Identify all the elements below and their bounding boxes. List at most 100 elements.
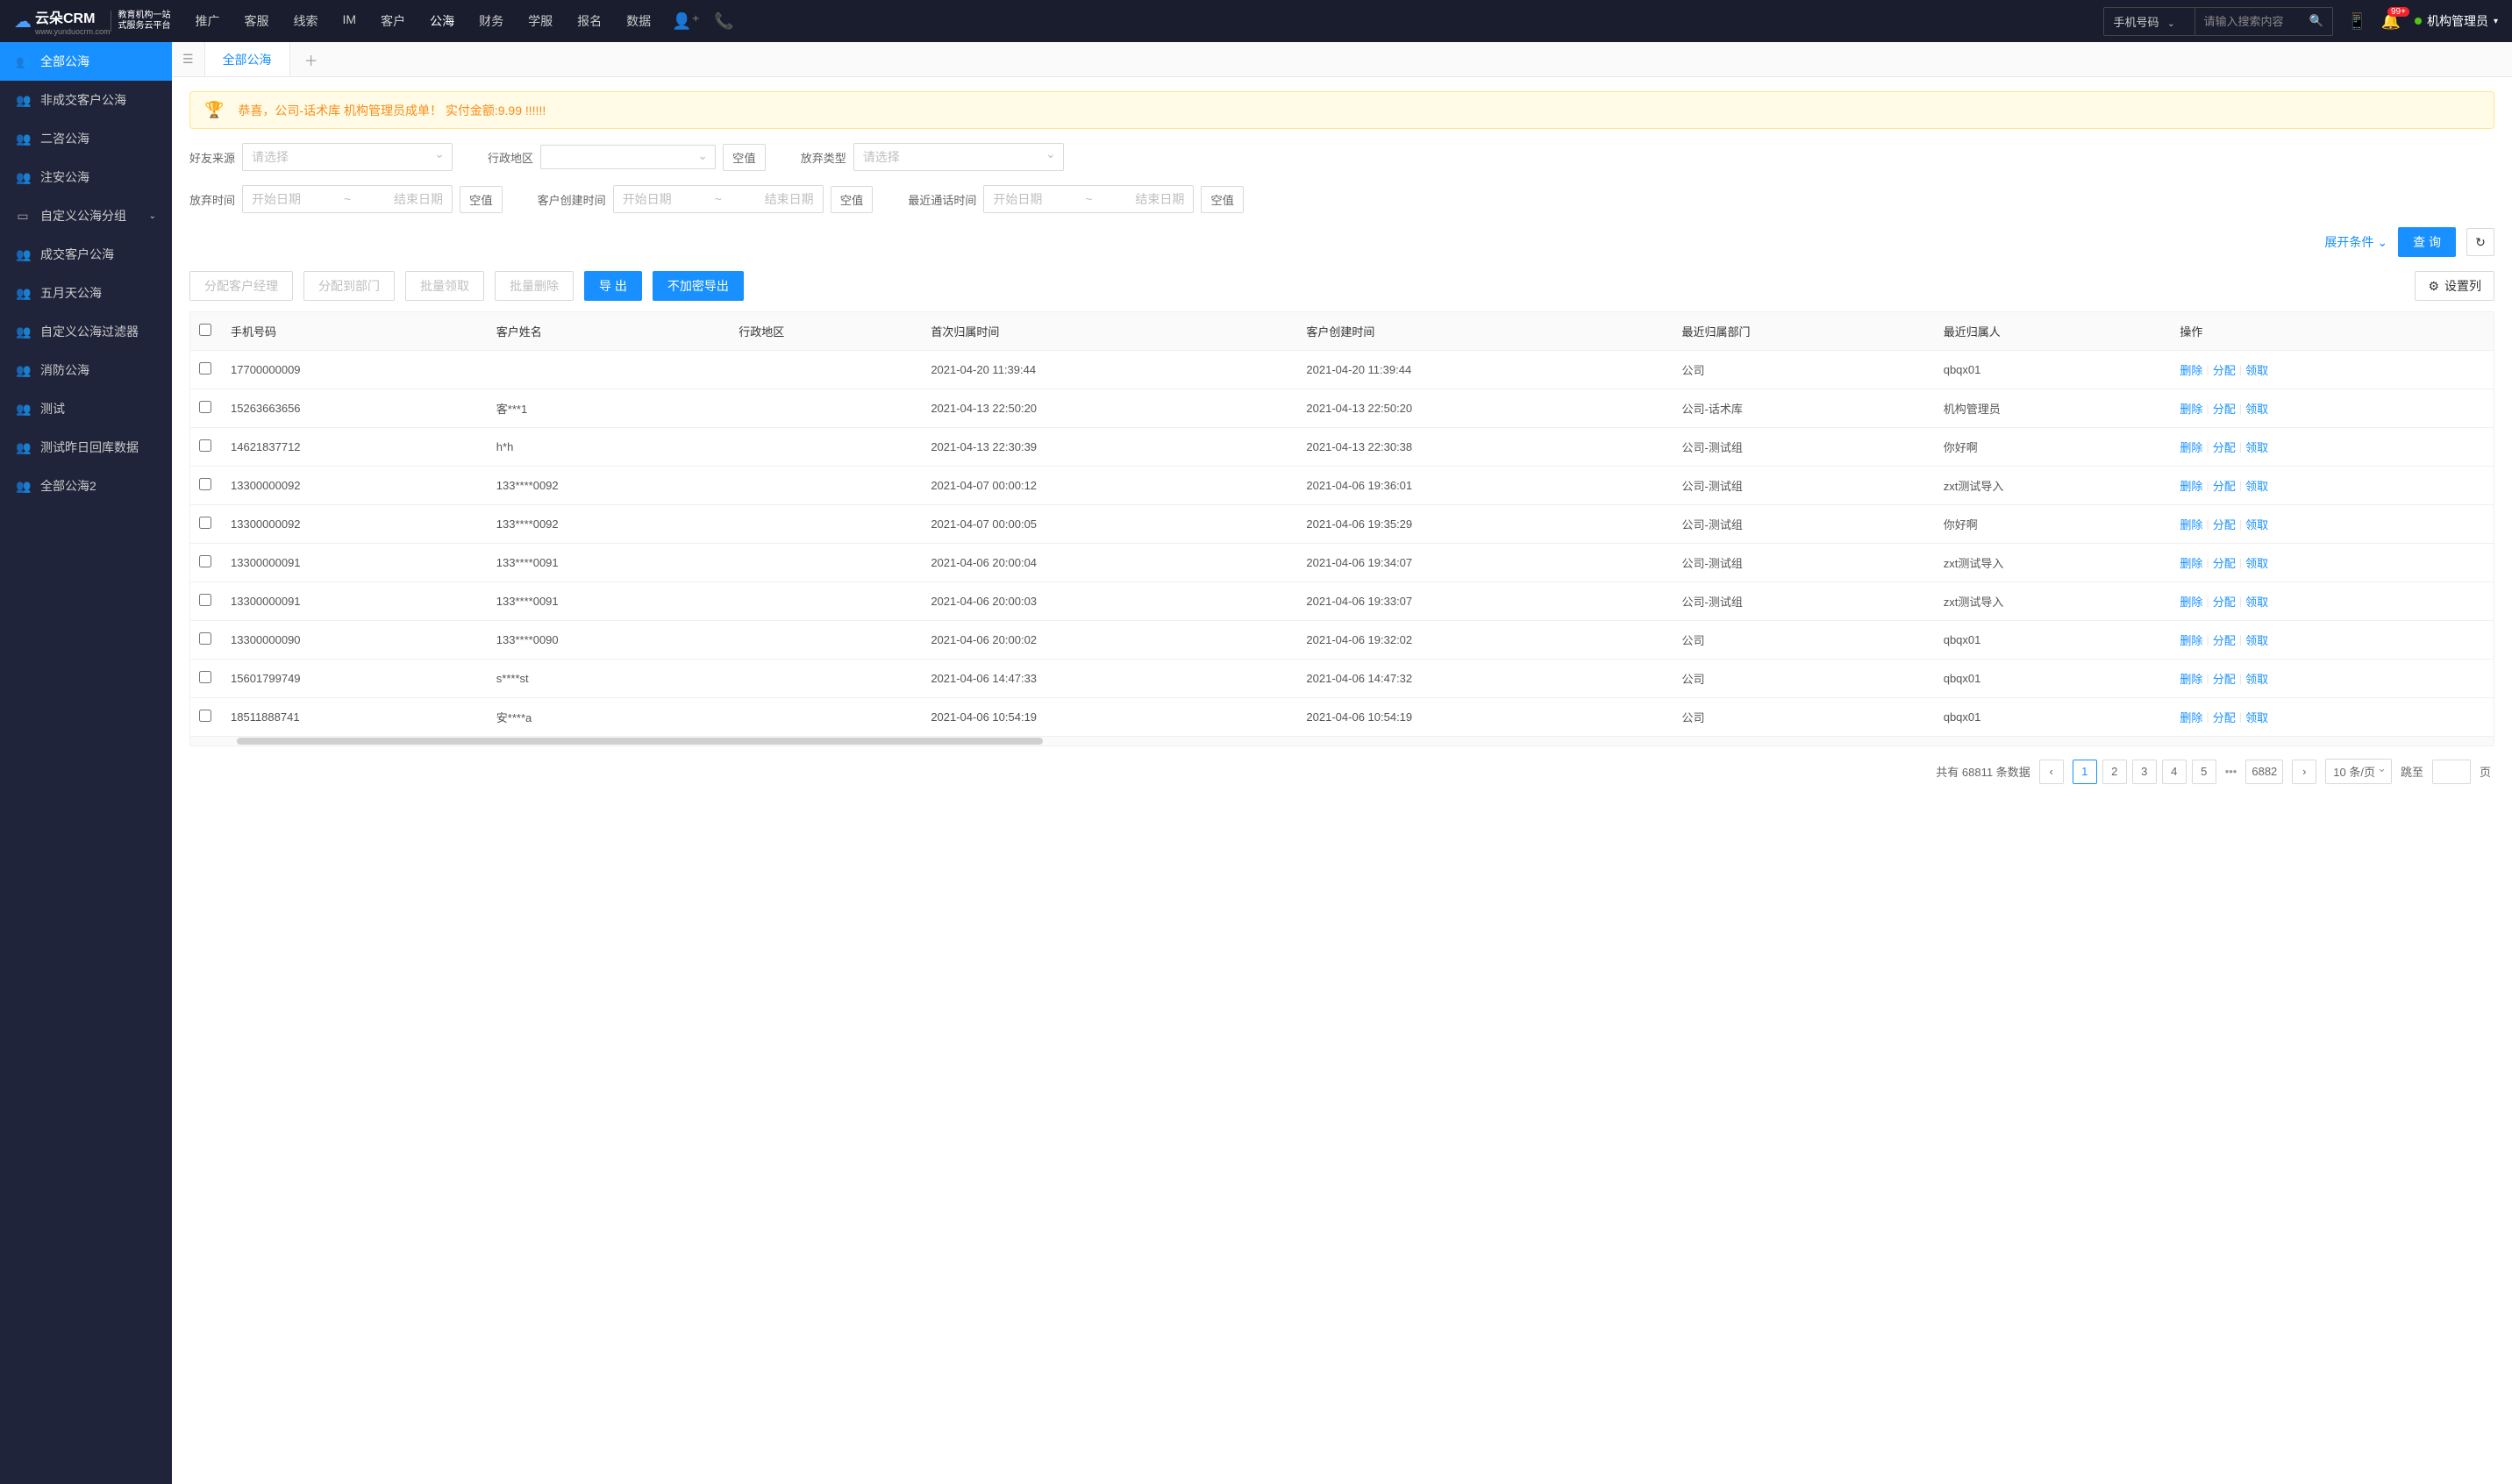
filter-abandon-time-range[interactable]: 开始日期~结束日期 <box>242 185 453 213</box>
pagination-prev-button[interactable]: ‹ <box>2039 760 2064 784</box>
logo[interactable]: ☁ 云朵CRM www.yunduocrm.com 教育机构一站 式服务云平台 <box>14 6 171 36</box>
filter-region-empty-button[interactable]: 空值 <box>723 144 766 171</box>
pagination-page-3[interactable]: 3 <box>2132 760 2157 784</box>
batch-claim-button[interactable]: 批量领取 <box>405 271 484 301</box>
row-assign-link[interactable]: 分配 <box>2213 593 2236 610</box>
search-input[interactable] <box>2195 10 2301 33</box>
filter-create-time-range[interactable]: 开始日期~结束日期 <box>613 185 824 213</box>
assign-dept-button[interactable]: 分配到部门 <box>303 271 395 301</box>
pagination-page-1[interactable]: 1 <box>2073 760 2097 784</box>
row-claim-link[interactable]: 领取 <box>2245 554 2268 571</box>
row-assign-link[interactable]: 分配 <box>2213 516 2236 532</box>
row-checkbox[interactable] <box>199 517 211 529</box>
pagination-page-5[interactable]: 5 <box>2192 760 2216 784</box>
phone-icon[interactable]: 📞 <box>714 12 733 31</box>
export-plain-button[interactable]: 不加密导出 <box>653 271 744 301</box>
sidebar-item-1[interactable]: 👥非成交客户公海 <box>0 81 172 119</box>
filter-abandon-time-empty-button[interactable]: 空值 <box>460 186 503 213</box>
horizontal-scrollbar[interactable] <box>190 737 2494 746</box>
nav-item-5[interactable]: 公海 <box>426 12 458 30</box>
nav-item-4[interactable]: 客户 <box>377 12 409 30</box>
tab-add-button[interactable]: ＋ <box>290 49 332 70</box>
row-delete-link[interactable]: 删除 <box>2180 516 2202 532</box>
expand-filters-link[interactable]: 展开条件 ⌄ <box>2324 233 2387 251</box>
row-checkbox[interactable] <box>199 671 211 683</box>
query-button[interactable]: 查 询 <box>2398 227 2456 257</box>
row-delete-link[interactable]: 删除 <box>2180 631 2202 648</box>
search-type-select[interactable]: 手机号码 ⌄ <box>2104 8 2194 35</box>
filter-last-call-range[interactable]: 开始日期~结束日期 <box>983 185 1194 213</box>
refresh-button[interactable]: ↻ <box>2466 228 2494 256</box>
row-claim-link[interactable]: 领取 <box>2245 400 2268 417</box>
row-assign-link[interactable]: 分配 <box>2213 709 2236 725</box>
row-delete-link[interactable]: 删除 <box>2180 709 2202 725</box>
batch-delete-button[interactable]: 批量删除 <box>495 271 574 301</box>
row-assign-link[interactable]: 分配 <box>2213 400 2236 417</box>
sidebar-item-7[interactable]: 👥自定义公海过滤器 <box>0 312 172 351</box>
filter-abandon-type-select[interactable]: 请选择 <box>853 143 1064 171</box>
pagination-page-2[interactable]: 2 <box>2102 760 2127 784</box>
row-checkbox[interactable] <box>199 555 211 567</box>
sidebar-item-10[interactable]: 👥测试昨日回库数据 <box>0 428 172 467</box>
export-button[interactable]: 导 出 <box>584 271 642 301</box>
nav-item-2[interactable]: 线索 <box>290 12 322 30</box>
row-claim-link[interactable]: 领取 <box>2245 361 2268 378</box>
row-checkbox[interactable] <box>199 401 211 413</box>
sidebar-item-11[interactable]: 👥全部公海2 <box>0 467 172 505</box>
pagination-last-page[interactable]: 6882 <box>2245 760 2283 784</box>
sidebar-item-8[interactable]: 👥消防公海 <box>0 351 172 389</box>
columns-settings-button[interactable]: ⚙ 设置列 <box>2415 271 2494 301</box>
filter-last-call-empty-button[interactable]: 空值 <box>1201 186 1244 213</box>
filter-region-select[interactable] <box>540 145 716 169</box>
tab-all-sea[interactable]: 全部公海 <box>205 42 290 76</box>
assign-manager-button[interactable]: 分配客户经理 <box>189 271 293 301</box>
row-delete-link[interactable]: 删除 <box>2180 400 2202 417</box>
select-all-checkbox[interactable] <box>199 324 211 336</box>
row-delete-link[interactable]: 删除 <box>2180 554 2202 571</box>
row-checkbox[interactable] <box>199 362 211 375</box>
pagination-jump-input[interactable] <box>2432 760 2471 784</box>
sidebar-item-3[interactable]: 👥注安公海 <box>0 158 172 196</box>
row-claim-link[interactable]: 领取 <box>2245 709 2268 725</box>
nav-item-8[interactable]: 报名 <box>574 12 605 30</box>
user-menu[interactable]: 机构管理员 ▾ <box>2415 12 2498 30</box>
nav-item-9[interactable]: 数据 <box>623 12 654 30</box>
row-delete-link[interactable]: 删除 <box>2180 593 2202 610</box>
row-assign-link[interactable]: 分配 <box>2213 361 2236 378</box>
row-assign-link[interactable]: 分配 <box>2213 477 2236 494</box>
sidebar-item-5[interactable]: 👥成交客户公海 <box>0 235 172 274</box>
sidebar-item-0[interactable]: 👥全部公海 <box>0 42 172 81</box>
row-checkbox[interactable] <box>199 439 211 452</box>
sidebar-item-6[interactable]: 👥五月天公海 <box>0 274 172 312</box>
sidebar-item-2[interactable]: 👥二咨公海 <box>0 119 172 158</box>
nav-item-7[interactable]: 学服 <box>525 12 556 30</box>
notification-icon[interactable]: 🔔99+ <box>2381 12 2401 31</box>
row-claim-link[interactable]: 领取 <box>2245 477 2268 494</box>
row-assign-link[interactable]: 分配 <box>2213 439 2236 455</box>
row-checkbox[interactable] <box>199 710 211 722</box>
filter-source-select[interactable]: 请选择 <box>242 143 453 171</box>
nav-item-0[interactable]: 推广 <box>192 12 224 30</box>
row-checkbox[interactable] <box>199 632 211 645</box>
row-claim-link[interactable]: 领取 <box>2245 670 2268 687</box>
row-claim-link[interactable]: 领取 <box>2245 593 2268 610</box>
row-claim-link[interactable]: 领取 <box>2245 516 2268 532</box>
row-claim-link[interactable]: 领取 <box>2245 439 2268 455</box>
row-assign-link[interactable]: 分配 <box>2213 670 2236 687</box>
row-checkbox[interactable] <box>199 478 211 490</box>
row-delete-link[interactable]: 删除 <box>2180 670 2202 687</box>
row-delete-link[interactable]: 删除 <box>2180 361 2202 378</box>
search-button[interactable]: 🔍 <box>2301 9 2333 33</box>
nav-item-6[interactable]: 财务 <box>475 12 507 30</box>
nav-item-1[interactable]: 客服 <box>241 12 273 30</box>
sidebar-item-9[interactable]: 👥测试 <box>0 389 172 428</box>
filter-create-time-empty-button[interactable]: 空值 <box>831 186 874 213</box>
row-assign-link[interactable]: 分配 <box>2213 554 2236 571</box>
row-delete-link[interactable]: 删除 <box>2180 477 2202 494</box>
row-assign-link[interactable]: 分配 <box>2213 631 2236 648</box>
add-user-icon[interactable]: 👤⁺ <box>672 12 700 31</box>
nav-item-3[interactable]: IM <box>339 12 360 30</box>
row-claim-link[interactable]: 领取 <box>2245 631 2268 648</box>
pagination-next-button[interactable]: › <box>2292 760 2316 784</box>
tabs-toggle-icon[interactable]: ☰ <box>172 42 205 76</box>
